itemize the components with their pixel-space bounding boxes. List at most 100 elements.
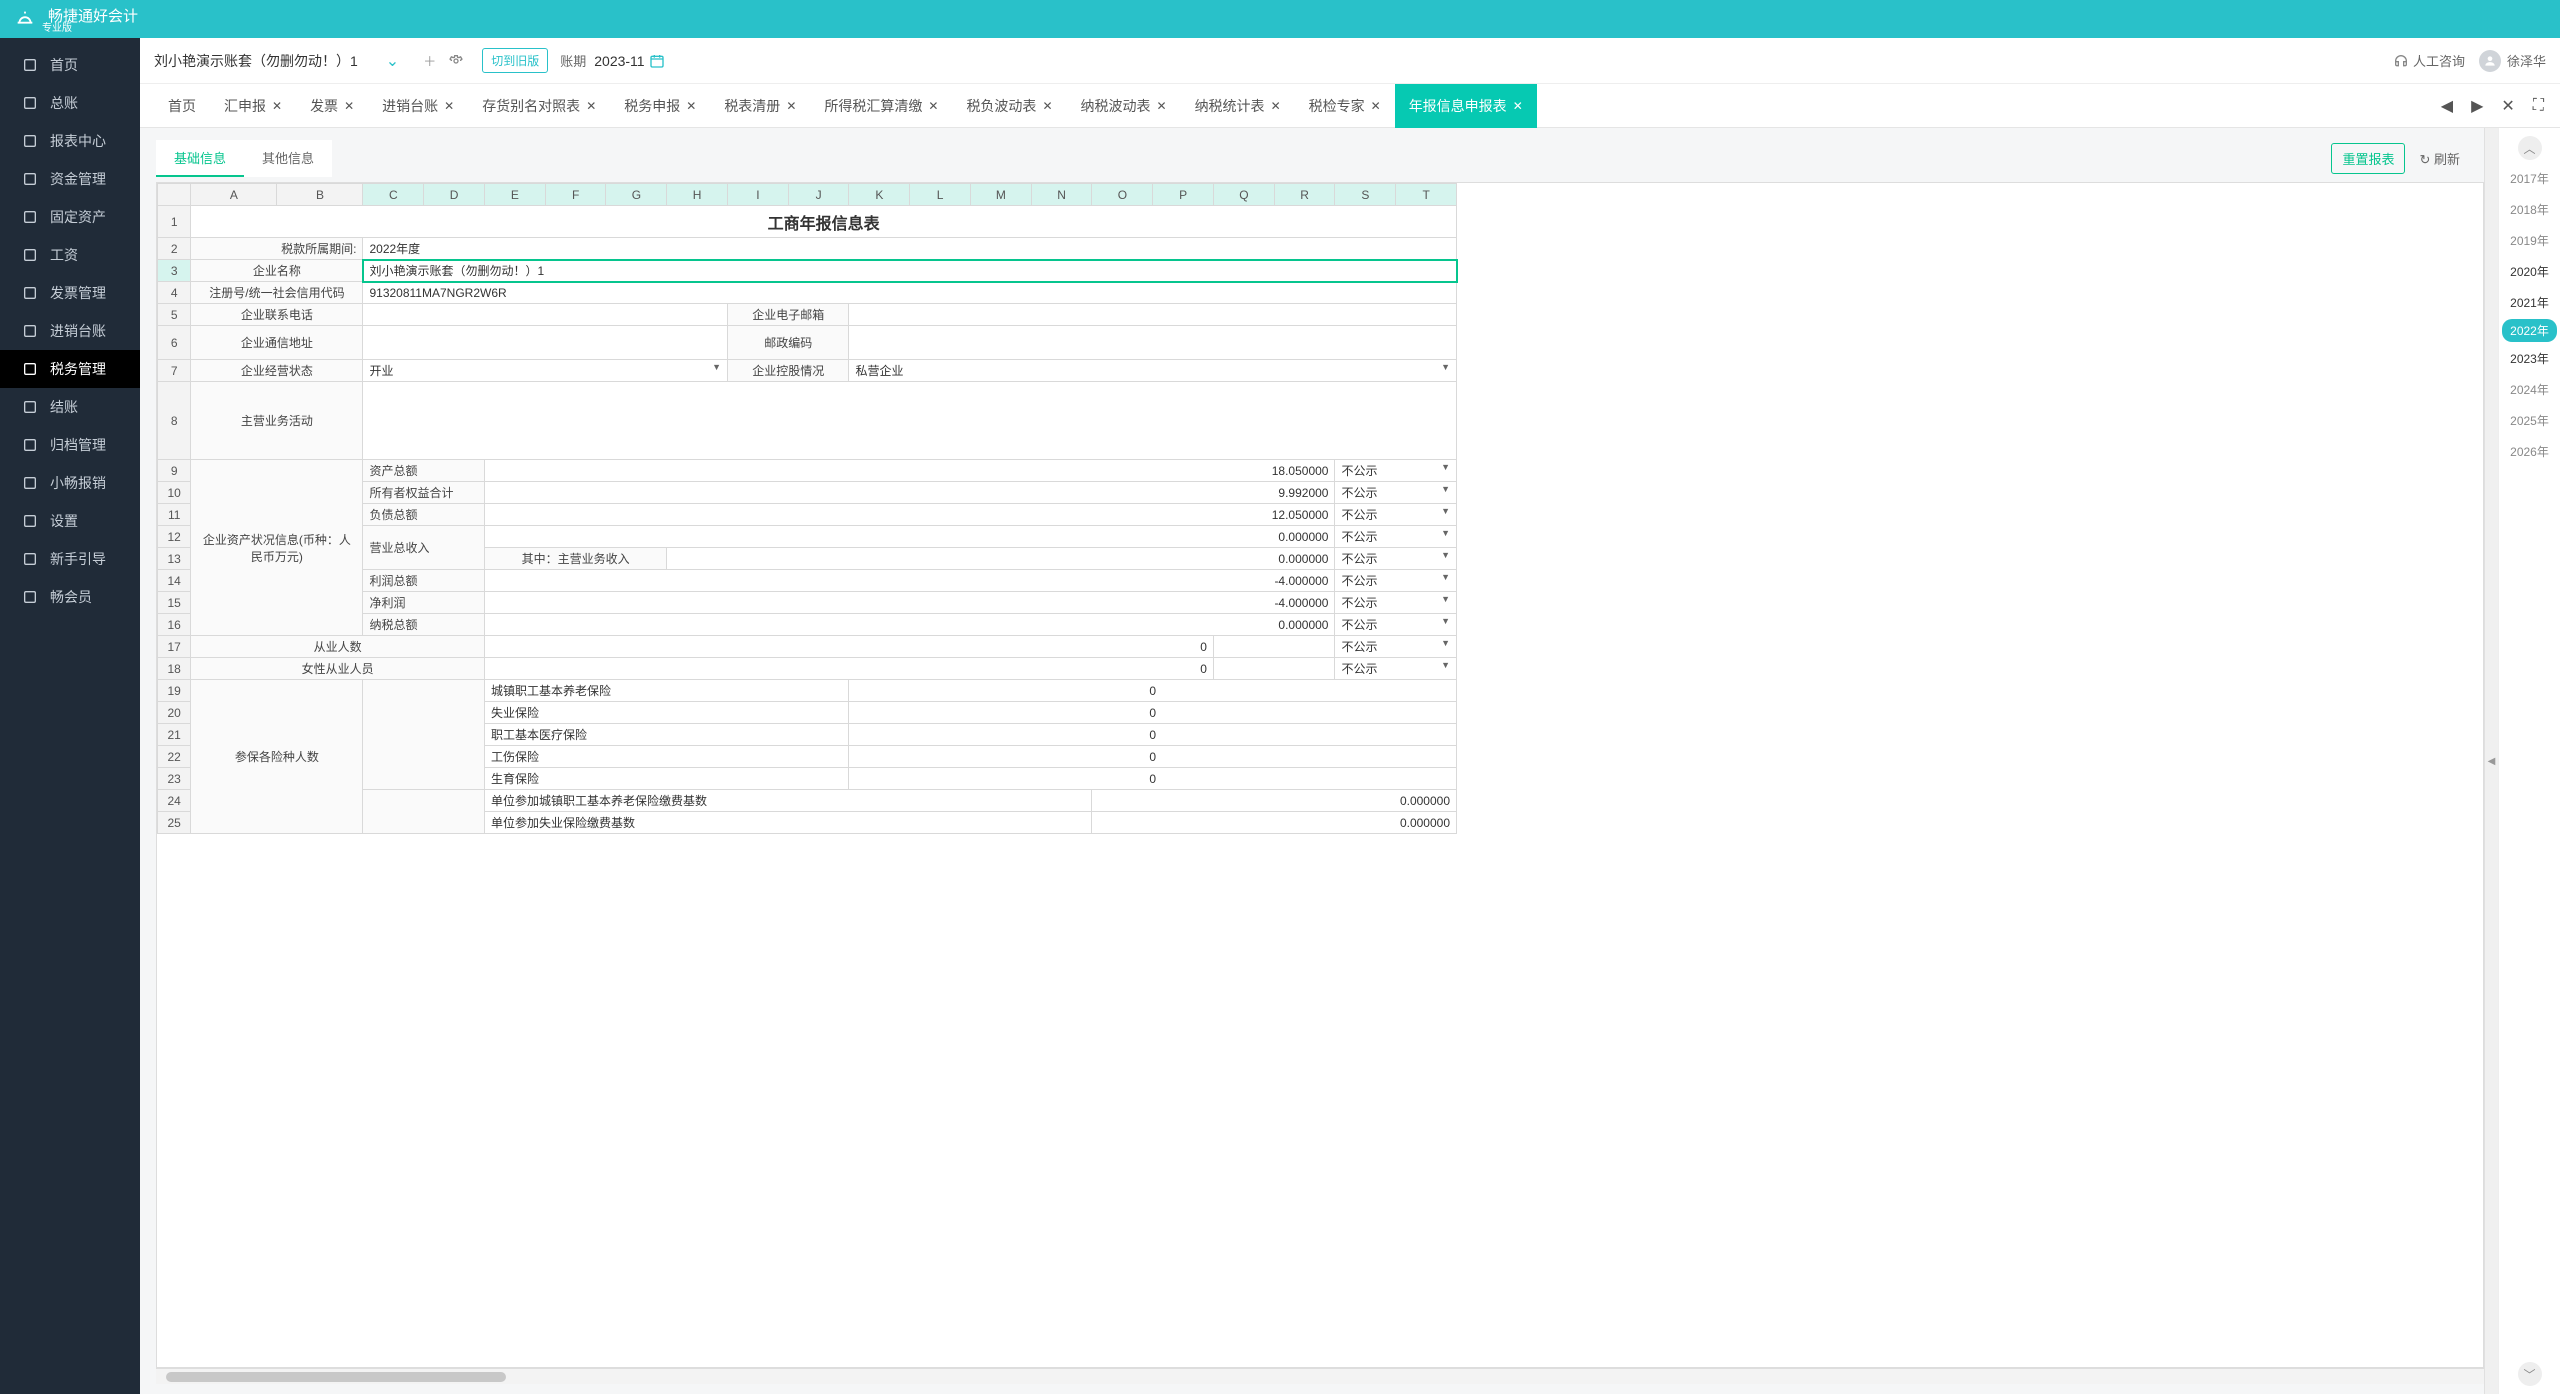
tab-close-icon[interactable]: ✕ bbox=[786, 99, 796, 113]
sidebar-item-invoice[interactable]: 发票管理 bbox=[0, 274, 140, 312]
sidebar-item-reimburse[interactable]: 小畅报销 bbox=[0, 464, 140, 502]
col-head[interactable]: D bbox=[424, 184, 485, 206]
cell[interactable]: 0.000000 bbox=[484, 526, 1335, 548]
col-head[interactable]: L bbox=[910, 184, 971, 206]
year-option[interactable]: 2017年 bbox=[2510, 164, 2549, 193]
col-head[interactable]: T bbox=[1396, 184, 1457, 206]
row-head[interactable]: 10 bbox=[158, 482, 191, 504]
cell[interactable]: 18.050000 bbox=[484, 460, 1335, 482]
tabs-prev-icon[interactable]: ◀ bbox=[2435, 92, 2459, 120]
year-option[interactable]: 2020年 bbox=[2510, 257, 2549, 286]
disclosure-select[interactable]: 不公示 bbox=[1335, 658, 1457, 680]
tab-进销台账[interactable]: 进销台账✕ bbox=[368, 84, 468, 128]
col-head[interactable]: I bbox=[727, 184, 788, 206]
row-head[interactable]: 6 bbox=[158, 326, 191, 360]
sidebar-item-vip[interactable]: 畅会员 bbox=[0, 578, 140, 616]
col-head[interactable]: H bbox=[667, 184, 728, 206]
cell[interactable] bbox=[363, 326, 728, 360]
tabs-close-all-icon[interactable]: ✕ bbox=[2495, 92, 2520, 120]
support-link[interactable]: 人工咨询 bbox=[2393, 51, 2465, 70]
sidebar-item-ledger[interactable]: 总账 bbox=[0, 84, 140, 122]
row-head[interactable]: 22 bbox=[158, 746, 191, 768]
disclosure-select[interactable]: 不公示 bbox=[1335, 504, 1457, 526]
row-head[interactable]: 18 bbox=[158, 658, 191, 680]
year-down-icon[interactable]: ﹀ bbox=[2518, 1362, 2542, 1386]
sidebar-item-chart[interactable]: 报表中心 bbox=[0, 122, 140, 160]
col-head[interactable]: G bbox=[606, 184, 667, 206]
drawer-collapse-handle[interactable]: ◀ bbox=[2484, 128, 2498, 1394]
disclosure-select[interactable]: 不公示 bbox=[1335, 548, 1457, 570]
row-head[interactable]: 19 bbox=[158, 680, 191, 702]
tab-close-icon[interactable]: ✕ bbox=[272, 99, 282, 113]
sidebar-item-stock[interactable]: 进销台账 bbox=[0, 312, 140, 350]
cell[interactable]: 0 bbox=[849, 746, 1457, 768]
tab-close-icon[interactable]: ✕ bbox=[1371, 99, 1381, 113]
col-head[interactable]: E bbox=[484, 184, 545, 206]
col-head[interactable]: N bbox=[1031, 184, 1092, 206]
col-head[interactable]: A bbox=[191, 184, 277, 206]
horizontal-scrollbar[interactable] bbox=[156, 1368, 2484, 1384]
col-head[interactable]: B bbox=[277, 184, 363, 206]
col-head[interactable]: M bbox=[970, 184, 1031, 206]
tab-纳税统计表[interactable]: 纳税统计表✕ bbox=[1181, 84, 1295, 128]
row-head[interactable]: 7 bbox=[158, 360, 191, 382]
tab-纳税波动表[interactable]: 纳税波动表✕ bbox=[1067, 84, 1181, 128]
sidebar-item-close[interactable]: 结账 bbox=[0, 388, 140, 426]
cell[interactable]: 0.000000 bbox=[484, 614, 1335, 636]
spreadsheet[interactable]: ABCDEFGHIJKLMNOPQRST 1工商年报信息表2税款所属期间:202… bbox=[156, 182, 2484, 1368]
tab-存货别名对照表[interactable]: 存货别名对照表✕ bbox=[468, 84, 610, 128]
tab-税务申报[interactable]: 税务申报✕ bbox=[610, 84, 710, 128]
tabs-next-icon[interactable]: ▶ bbox=[2465, 92, 2489, 120]
row-head[interactable]: 17 bbox=[158, 636, 191, 658]
row-head[interactable]: 23 bbox=[158, 768, 191, 790]
sidebar-item-tax[interactable]: 税务管理 bbox=[0, 350, 140, 388]
tabs-fullscreen-icon[interactable]: ⛶ bbox=[2527, 93, 2550, 119]
sidebar-item-guide[interactable]: 新手引导 bbox=[0, 540, 140, 578]
cell[interactable]: 9.992000 bbox=[484, 482, 1335, 504]
refresh-button[interactable]: ↻ 刷新 bbox=[2419, 149, 2460, 168]
row-head[interactable]: 3 bbox=[158, 260, 191, 282]
year-option[interactable]: 2022年 bbox=[2502, 319, 2557, 342]
sidebar-item-salary[interactable]: 工资 bbox=[0, 236, 140, 274]
subtab-其他信息[interactable]: 其他信息 bbox=[244, 140, 332, 177]
cell[interactable]: 0 bbox=[484, 658, 1213, 680]
row-head[interactable]: 5 bbox=[158, 304, 191, 326]
tab-close-icon[interactable]: ✕ bbox=[444, 99, 454, 113]
user-menu[interactable]: 徐泽华 bbox=[2479, 50, 2546, 72]
disclosure-select[interactable]: 不公示 bbox=[1335, 482, 1457, 504]
cell[interactable]: 91320811MA7NGR2W6R bbox=[363, 282, 1457, 304]
tab-所得税汇算清缴[interactable]: 所得税汇算清缴✕ bbox=[810, 84, 952, 128]
col-head[interactable]: J bbox=[788, 184, 849, 206]
row-head[interactable]: 25 bbox=[158, 812, 191, 834]
cell[interactable]: 0.000000 bbox=[667, 548, 1335, 570]
tab-close-icon[interactable]: ✕ bbox=[928, 99, 938, 113]
cell[interactable]: 0 bbox=[484, 636, 1213, 658]
cell[interactable] bbox=[1213, 636, 1335, 658]
row-head[interactable]: 4 bbox=[158, 282, 191, 304]
switch-old-version-button[interactable]: 切到旧版 bbox=[482, 48, 548, 73]
add-account-icon[interactable]: ＋ bbox=[417, 47, 442, 74]
year-option[interactable]: 2025年 bbox=[2510, 406, 2549, 435]
sidebar-item-cash[interactable]: 资金管理 bbox=[0, 160, 140, 198]
cell[interactable] bbox=[363, 382, 1457, 460]
tab-年报信息申报表[interactable]: 年报信息申报表✕ bbox=[1395, 84, 1537, 128]
tab-close-icon[interactable]: ✕ bbox=[1513, 99, 1523, 113]
cell[interactable] bbox=[1213, 658, 1335, 680]
disclosure-select[interactable]: 不公示 bbox=[1335, 526, 1457, 548]
account-settings-gear-icon[interactable] bbox=[442, 49, 470, 73]
account-switch-chevron-icon[interactable]: ⌄ bbox=[368, 51, 417, 71]
col-head[interactable]: R bbox=[1274, 184, 1335, 206]
cell[interactable]: 0.000000 bbox=[1092, 790, 1457, 812]
row-head[interactable]: 8 bbox=[158, 382, 191, 460]
cell[interactable]: 2022年度 bbox=[363, 238, 1457, 260]
tab-汇申报[interactable]: 汇申报✕ bbox=[210, 84, 296, 128]
row-head[interactable]: 16 bbox=[158, 614, 191, 636]
row-head[interactable]: 1 bbox=[158, 206, 191, 238]
tab-税负波动表[interactable]: 税负波动表✕ bbox=[952, 84, 1066, 128]
col-head[interactable]: Q bbox=[1213, 184, 1274, 206]
tab-发票[interactable]: 发票✕ bbox=[296, 84, 368, 128]
disclosure-select[interactable]: 不公示 bbox=[1335, 592, 1457, 614]
year-up-icon[interactable]: ︿ bbox=[2518, 136, 2542, 160]
row-head[interactable]: 9 bbox=[158, 460, 191, 482]
disclosure-select[interactable]: 不公示 bbox=[1335, 460, 1457, 482]
